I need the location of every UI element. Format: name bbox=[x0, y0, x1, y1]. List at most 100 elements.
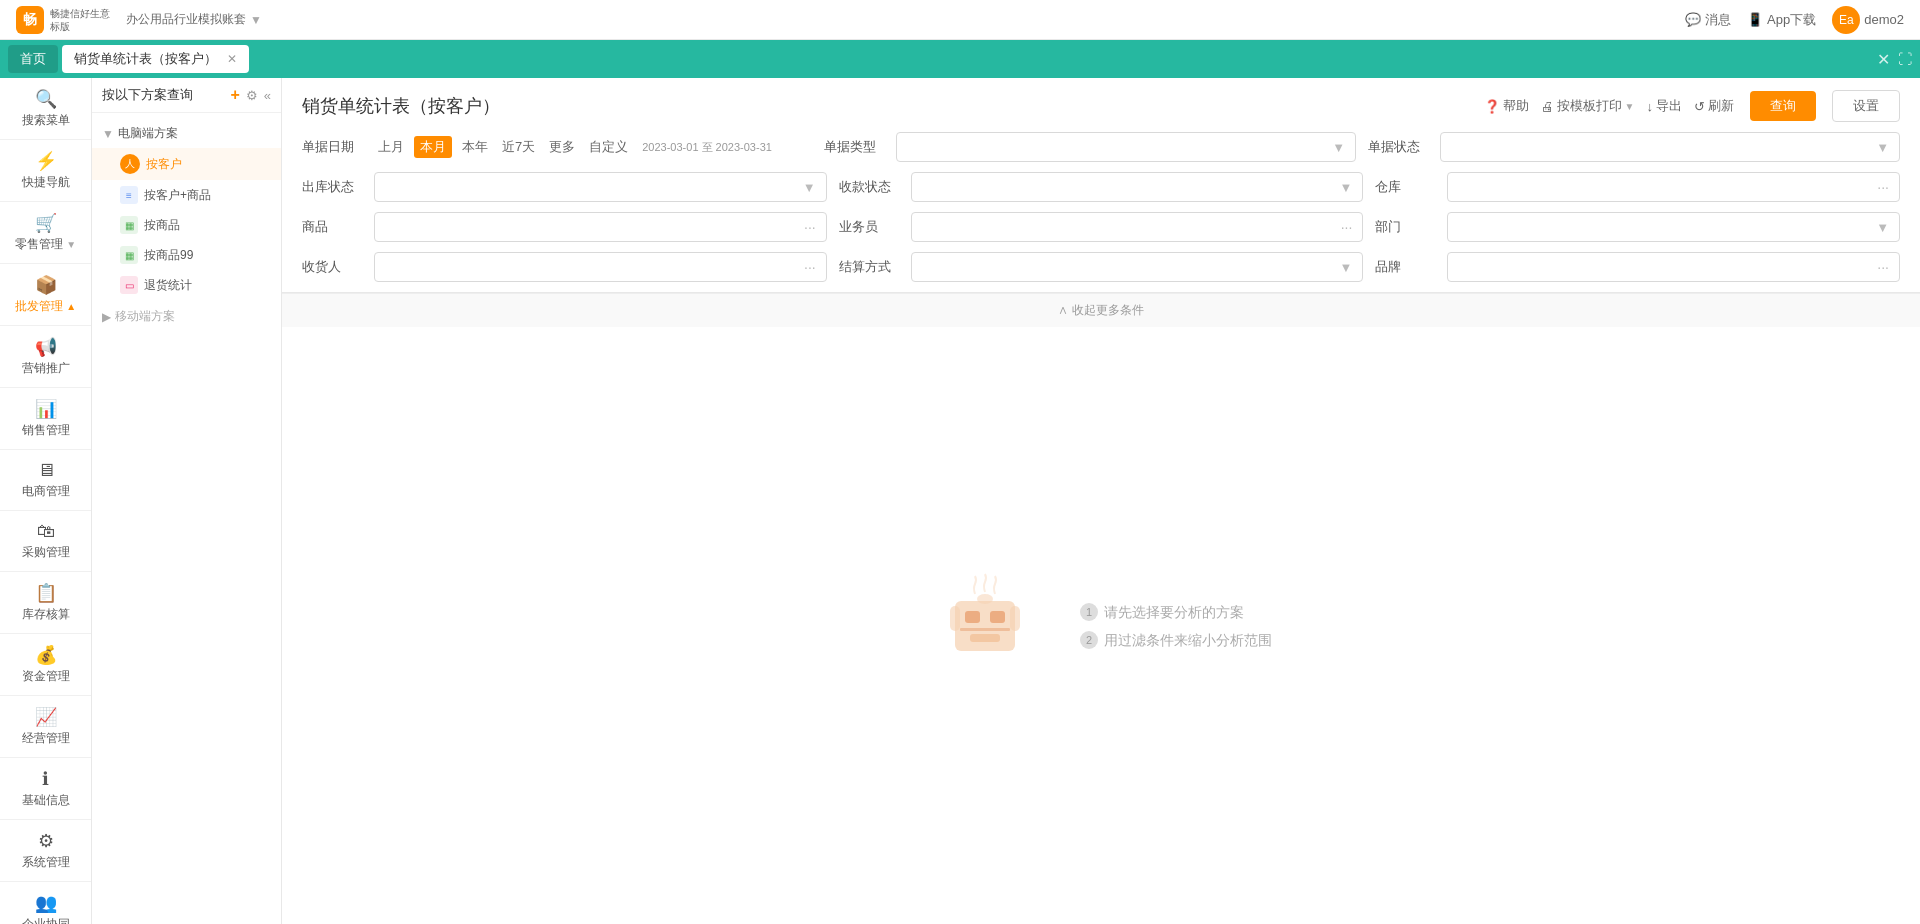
date-this-year[interactable]: 本年 bbox=[458, 136, 492, 158]
tab-maximize-icon[interactable]: ⛶ bbox=[1898, 51, 1912, 67]
status-input[interactable]: ▼ bbox=[1440, 132, 1900, 162]
date-filter-group: 上月 本月 本年 近7天 更多 自定义 2023-03-01 至 2023-03… bbox=[374, 136, 812, 158]
scheme-customer-goods-label: 按客户+商品 bbox=[144, 187, 211, 204]
status-label: 单据状态 bbox=[1368, 138, 1428, 156]
desktop-group-label: 电脑端方案 bbox=[118, 125, 178, 142]
svg-rect-5 bbox=[950, 606, 960, 631]
refresh-label: 刷新 bbox=[1708, 97, 1734, 115]
type-label: 单据类型 bbox=[824, 138, 884, 156]
goods-input[interactable]: ··· bbox=[374, 212, 827, 242]
empty-illustration bbox=[930, 566, 1050, 686]
settle-input[interactable]: ▼ bbox=[911, 252, 1364, 282]
scheme-item-return[interactable]: ▭ 退货统计 bbox=[92, 270, 281, 300]
sidebar-purchase-label: 采购管理 bbox=[22, 545, 70, 559]
help-btn[interactable]: ❓ 帮助 bbox=[1484, 97, 1529, 115]
date-prev-month[interactable]: 上月 bbox=[374, 136, 408, 158]
receiver-input[interactable]: ··· bbox=[374, 252, 827, 282]
receiver-dots-icon: ··· bbox=[804, 259, 816, 275]
scheme-add-icon[interactable]: + bbox=[230, 86, 239, 104]
sidebar-item-ecommerce[interactable]: 🖥 电商管理 bbox=[0, 450, 91, 511]
empty-hints: 1 请先选择要分析的方案 2 用过滤条件来缩小分析范围 bbox=[1080, 598, 1272, 654]
app-download-btn[interactable]: 📱 App下载 bbox=[1747, 11, 1816, 29]
clerk-dots-icon: ··· bbox=[1341, 219, 1353, 235]
mobile-group: ▶ 移动端方案 bbox=[92, 302, 281, 331]
help-icon: ❓ bbox=[1484, 99, 1500, 114]
type-input[interactable]: ▼ bbox=[896, 132, 1356, 162]
clerk-input[interactable]: ··· bbox=[911, 212, 1364, 242]
sidebar-item-sales[interactable]: 📊 销售管理 bbox=[0, 388, 91, 450]
pay-status-input[interactable]: ▼ bbox=[911, 172, 1364, 202]
status-arrow-icon: ▼ bbox=[1876, 140, 1889, 155]
print-btn[interactable]: 🖨 按模板打印 ▼ bbox=[1541, 97, 1635, 115]
help-label: 帮助 bbox=[1503, 97, 1529, 115]
sidebar-item-basic[interactable]: ℹ 基础信息 bbox=[0, 758, 91, 820]
scheme-edit-icon[interactable]: ⚙ bbox=[246, 88, 258, 103]
scheme-panel: 按以下方案查询 + ⚙ « ▼ 电脑端方案 人 按客户 bbox=[92, 78, 282, 924]
tab-home[interactable]: 首页 bbox=[8, 45, 58, 73]
sidebar-item-wholesale[interactable]: 📦 批发管理 ▲ bbox=[0, 264, 91, 326]
date-more[interactable]: 更多 bbox=[545, 136, 579, 158]
scheme-header-icons: + ⚙ « bbox=[230, 86, 271, 104]
sidebar-item-search[interactable]: 🔍 搜索菜单 bbox=[0, 78, 91, 140]
marketing-icon: 📢 bbox=[4, 336, 87, 358]
query-button[interactable]: 查询 bbox=[1750, 91, 1816, 121]
sidebar-wholesale-label: 批发管理 bbox=[15, 299, 63, 313]
mobile-group-label: 移动端方案 bbox=[115, 308, 175, 325]
content-panel: 按以下方案查询 + ⚙ « ▼ 电脑端方案 人 按客户 bbox=[92, 78, 1920, 924]
date-this-month[interactable]: 本月 bbox=[414, 136, 452, 158]
message-btn[interactable]: 💬 消息 bbox=[1685, 11, 1731, 29]
sidebar: 🔍 搜索菜单 ⚡ 快捷导航 🛒 零售管理 ▼ 📦 批发管理 ▲ 📢 营销推广 📊… bbox=[0, 78, 92, 924]
breadcrumb[interactable]: 办公用品行业模拟账套 ▼ bbox=[126, 11, 262, 28]
setting-button[interactable]: 设置 bbox=[1832, 90, 1900, 122]
date-custom[interactable]: 自定义 bbox=[585, 136, 632, 158]
svg-rect-3 bbox=[960, 628, 1010, 631]
mobile-group-toggle[interactable]: ▶ 移动端方案 bbox=[92, 302, 281, 331]
scheme-item-goods99[interactable]: ▦ 按商品99 bbox=[92, 240, 281, 270]
sidebar-item-corp[interactable]: 👥 企业协同 bbox=[0, 882, 91, 924]
svg-rect-1 bbox=[965, 611, 980, 623]
scheme-customer-icon: 人 bbox=[120, 154, 140, 174]
print-arrow-icon: ▼ bbox=[1625, 101, 1635, 112]
date-7days[interactable]: 近7天 bbox=[498, 136, 539, 158]
scheme-customer-label: 按客户 bbox=[146, 156, 182, 173]
refresh-btn[interactable]: ↺ 刷新 bbox=[1694, 97, 1734, 115]
sidebar-item-marketing[interactable]: 📢 营销推广 bbox=[0, 326, 91, 388]
scheme-return-icon: ▭ bbox=[120, 276, 138, 294]
sidebar-inventory-label: 库存核算 bbox=[22, 607, 70, 621]
app-download-label: App下载 bbox=[1767, 11, 1816, 29]
collapse-bar[interactable]: ∧ 收起更多条件 bbox=[282, 293, 1920, 327]
tab-sales-stat[interactable]: 销货单统计表（按客户） ✕ bbox=[62, 45, 249, 73]
desktop-group-toggle[interactable]: ▼ 电脑端方案 bbox=[92, 119, 281, 148]
tab-bar: 首页 销货单统计表（按客户） ✕ ✕ ⛶ bbox=[0, 40, 1920, 78]
filter-row-1: 单据日期 上月 本月 本年 近7天 更多 自定义 2023-03-01 至 20… bbox=[302, 132, 1900, 162]
scheme-item-customer[interactable]: 人 按客户 bbox=[92, 148, 281, 180]
warehouse-input[interactable]: ··· bbox=[1447, 172, 1900, 202]
user-profile[interactable]: Ea demo2 bbox=[1832, 6, 1904, 34]
sidebar-item-retail[interactable]: 🛒 零售管理 ▼ bbox=[0, 202, 91, 264]
dept-input[interactable]: ▼ bbox=[1447, 212, 1900, 242]
sidebar-item-nav[interactable]: ⚡ 快捷导航 bbox=[0, 140, 91, 202]
tab-close-icon[interactable]: ✕ bbox=[227, 52, 237, 66]
search-icon: 🔍 bbox=[4, 88, 87, 110]
export-btn[interactable]: ↓ 导出 bbox=[1647, 97, 1683, 115]
brand-input[interactable]: ··· bbox=[1447, 252, 1900, 282]
wholesale-icon: 📦 bbox=[4, 274, 87, 296]
ecommerce-icon: 🖥 bbox=[4, 460, 87, 481]
sidebar-item-management[interactable]: 📈 经营管理 bbox=[0, 696, 91, 758]
settle-arrow-icon: ▼ bbox=[1339, 260, 1352, 275]
tab-close-window-icon[interactable]: ✕ bbox=[1877, 50, 1890, 69]
logo-icon: 畅 bbox=[16, 6, 44, 34]
user-name: demo2 bbox=[1864, 12, 1904, 27]
sidebar-item-purchase[interactable]: 🛍 采购管理 bbox=[0, 511, 91, 572]
sidebar-item-system[interactable]: ⚙ 系统管理 bbox=[0, 820, 91, 882]
scheme-item-goods[interactable]: ▦ 按商品 bbox=[92, 210, 281, 240]
scheme-title: 按以下方案查询 bbox=[102, 86, 193, 104]
scheme-collapse-icon[interactable]: « bbox=[264, 88, 271, 103]
svg-rect-6 bbox=[1010, 606, 1020, 631]
sidebar-finance-label: 资金管理 bbox=[22, 669, 70, 683]
sidebar-item-inventory[interactable]: 📋 库存核算 bbox=[0, 572, 91, 634]
scheme-item-customer-goods[interactable]: ≡ 按客户+商品 bbox=[92, 180, 281, 210]
out-status-input[interactable]: ▼ bbox=[374, 172, 827, 202]
sidebar-item-finance[interactable]: 💰 资金管理 bbox=[0, 634, 91, 696]
settle-label: 结算方式 bbox=[839, 258, 899, 276]
